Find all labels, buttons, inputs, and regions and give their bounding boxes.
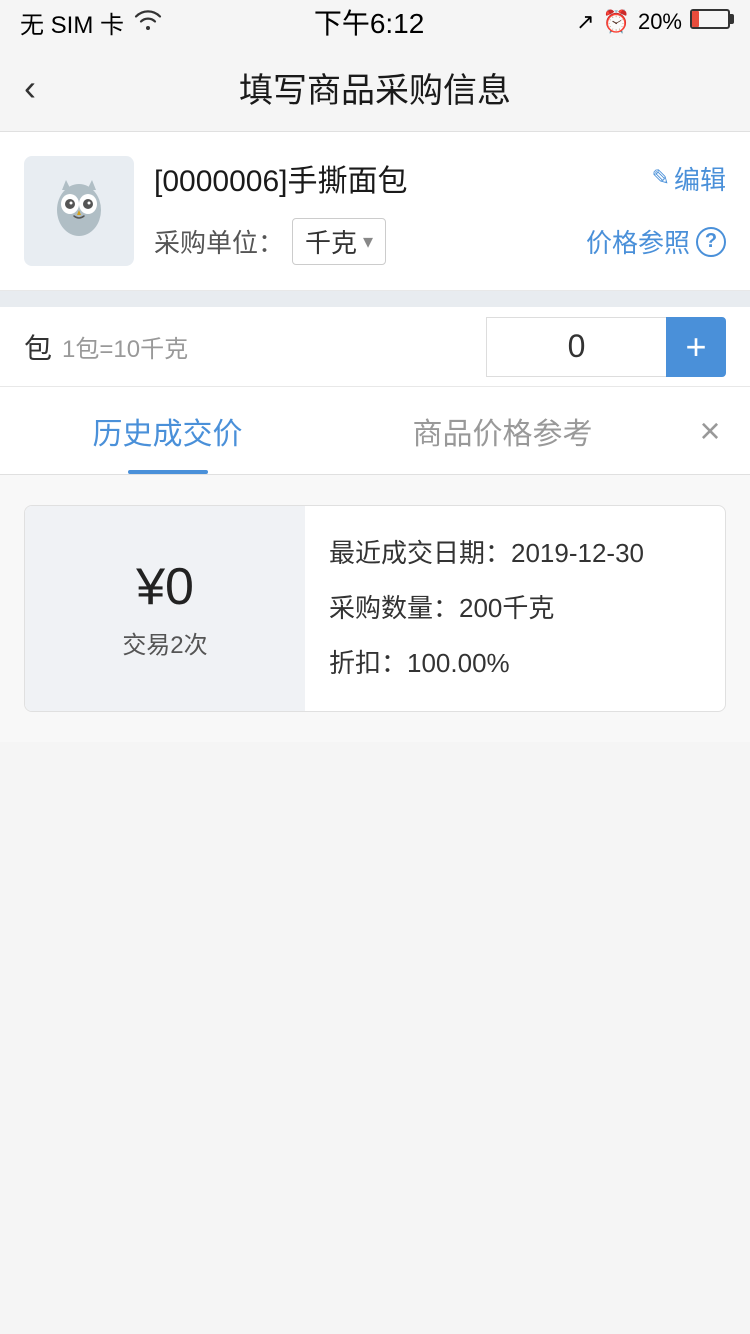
price-ref-button[interactable]: 价格参照 ? [586,223,726,260]
battery-icon [690,9,730,35]
quantity-input[interactable] [486,317,666,377]
panel-content: ¥0 交易2次 最近成交日期：2019-12-30 采购数量：200千克 折扣：… [0,475,750,742]
unit-box-label: 包 [24,327,52,367]
transaction-card: ¥0 交易2次 最近成交日期：2019-12-30 采购数量：200千克 折扣：… [24,505,726,712]
unit-label: 采购单位： [154,223,284,260]
product-info: [0000006]手撕面包 ✎ 编辑 采购单位： 千克 ▾ 价格参照 ? [154,156,726,265]
transaction-price: ¥0 [136,557,194,617]
unit-select[interactable]: 千克 ▾ [292,218,386,265]
qty-label: 采购数量： [329,593,459,623]
product-unit-row: 采购单位： 千克 ▾ 价格参照 ? [154,218,726,265]
unit-section: 采购单位： 千克 ▾ [154,218,386,265]
transaction-date: 最近成交日期：2019-12-30 [329,534,701,573]
status-bar: 无 SIM 卡 下午6:12 ↗ ⏰ 20% [0,0,750,44]
time-label: 下午6:12 [314,2,425,42]
date-value: 2019-12-30 [511,538,644,568]
product-name: [0000006]手撕面包 [154,156,407,200]
tab-reference-label: 商品价格参考 [413,409,593,453]
edit-icon: ✎ [652,165,670,191]
tab-history-label: 历史成交价 [93,409,243,453]
help-icon: ? [696,227,726,257]
battery-percent: 20% [638,9,682,35]
product-card: [0000006]手撕面包 ✎ 编辑 采购单位： 千克 ▾ 价格参照 ? [0,132,750,291]
quantity-plus-button[interactable]: + [666,317,726,377]
tab-active-indicator [128,470,208,474]
tab-history-price[interactable]: 历史成交价 [0,387,335,474]
section-divider [0,291,750,307]
discount-value: 100.00% [407,648,510,678]
discount-label: 折扣： [329,648,407,678]
network-label: 无 SIM 卡 [20,5,124,40]
quantity-unit-info: 包 1包=10千克 [24,327,486,367]
tabs-container: 历史成交价 商品价格参考 × [0,387,750,475]
location-icon: ↗ [576,9,594,35]
status-right: ↗ ⏰ 20% [576,9,730,35]
close-button[interactable]: × [670,410,750,452]
qty-value: 200千克 [459,593,554,623]
quantity-input-group: + [486,317,726,377]
chevron-down-icon: ▾ [363,229,373,254]
unit-value: 千克 [305,223,357,260]
wifi-icon [134,8,162,37]
owl-icon [44,172,114,251]
quantity-row: 包 1包=10千克 + [0,307,750,387]
back-button[interactable]: ‹ [24,67,36,109]
nav-bar: ‹ 填写商品采购信息 [0,44,750,132]
product-name-row: [0000006]手撕面包 ✎ 编辑 [154,156,726,200]
alarm-icon: ⏰ [603,9,630,35]
date-label: 最近成交日期： [329,538,511,568]
unit-conversion: 1包=10千克 [62,329,188,364]
price-ref-label: 价格参照 [586,223,690,260]
status-left: 无 SIM 卡 [20,5,162,40]
transaction-right: 最近成交日期：2019-12-30 采购数量：200千克 折扣：100.00% [305,506,725,711]
product-image [24,156,134,266]
transaction-count: 交易2次 [122,625,207,660]
edit-button[interactable]: ✎ 编辑 [652,160,726,197]
transaction-discount: 折扣：100.00% [329,644,701,683]
page-title: 填写商品采购信息 [239,63,511,112]
transaction-left: ¥0 交易2次 [25,506,305,711]
transaction-qty: 采购数量：200千克 [329,589,701,628]
tab-price-reference[interactable]: 商品价格参考 [335,387,670,474]
edit-label: 编辑 [674,160,726,197]
